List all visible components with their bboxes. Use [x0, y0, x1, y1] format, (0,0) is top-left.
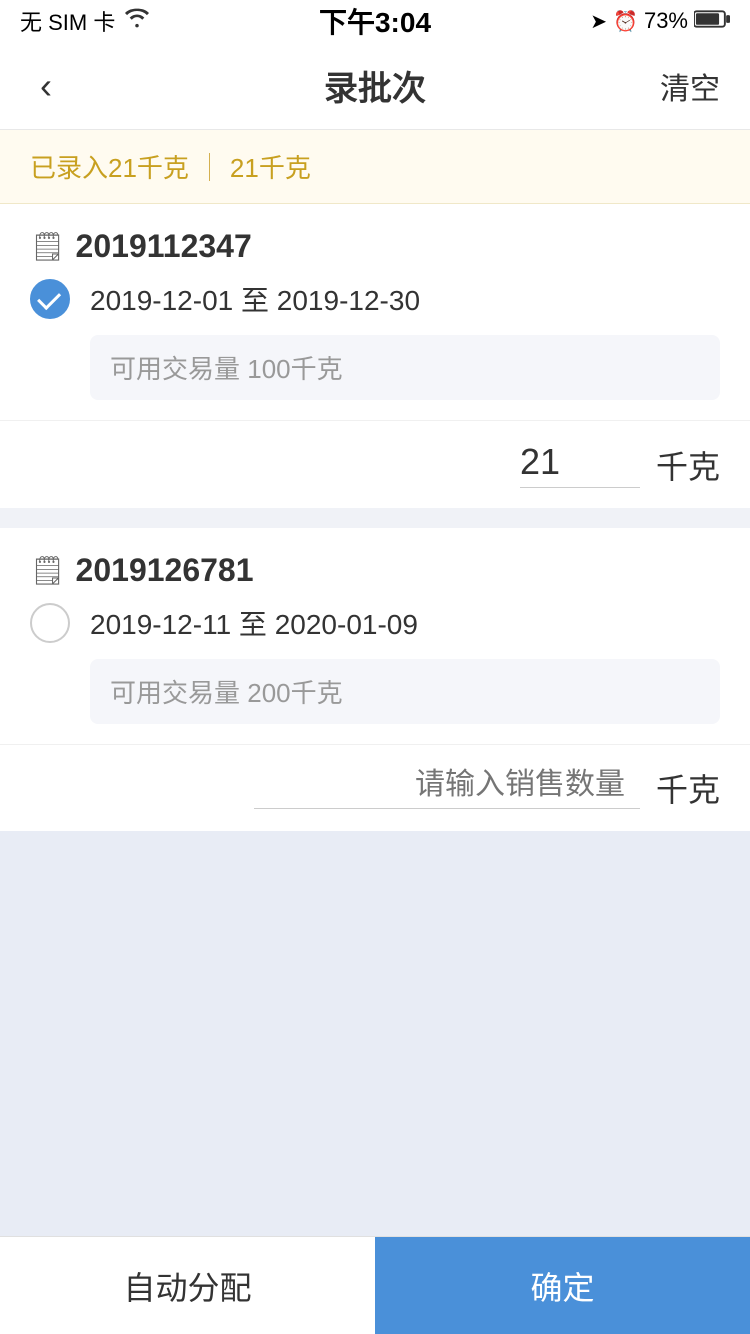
status-bar-right: ➤ ⏰ 73% [590, 8, 730, 34]
battery-icon [694, 8, 730, 34]
clear-button[interactable]: 清空 [660, 64, 720, 108]
bottom-bar: 自动分配 确定 [0, 1236, 750, 1334]
batch-1-date-row: 2019-12-01 至 2019-12-30 [30, 279, 720, 319]
batch-2-date: 2019-12-11 至 2020-01-09 [90, 603, 418, 643]
card-divider [0, 508, 750, 528]
batch-2-available-text: 可用交易量 200千克 [110, 678, 343, 708]
summary-bar: 已录入21千克 21千克 [0, 130, 750, 204]
back-button[interactable]: ‹ [30, 55, 62, 117]
batch-1-date: 2019-12-01 至 2019-12-30 [90, 279, 420, 319]
batch-1-quantity-row: 21 千克 [0, 420, 750, 508]
batch-1-available: 可用交易量 100千克 [90, 335, 720, 400]
batch-2-quantity-input[interactable] [254, 768, 640, 802]
page-title: 录批次 [324, 61, 426, 110]
carrier-text: 无 SIM 卡 [20, 5, 115, 37]
status-bar: 无 SIM 卡 下午3:04 ➤ ⏰ 73% [0, 0, 750, 42]
batch-1-radio[interactable] [30, 279, 70, 319]
batch-2-number: 2019126781 [76, 552, 254, 589]
batch-2-date-row: 2019-12-11 至 2020-01-09 [30, 603, 720, 643]
nav-bar: ‹ 录批次 清空 [0, 42, 750, 130]
content: 🗒 2019112347 2019-12-01 至 2019-12-30 可用交… [0, 204, 750, 1271]
batch-2-header: 🗒 2019126781 [30, 552, 720, 589]
auto-distribute-button[interactable]: 自动分配 [0, 1237, 375, 1334]
batch-2-unit: 千克 [656, 765, 720, 811]
status-bar-time: 下午3:04 [319, 1, 431, 41]
batch-1-quantity-value: 21 [520, 441, 560, 482]
batch-2-radio[interactable] [30, 603, 70, 643]
batch-1-icon: 🗒 [30, 230, 66, 263]
batch-1-unit: 千克 [656, 442, 720, 488]
batch-card-2: 🗒 2019126781 2019-12-11 至 2020-01-09 可用交… [0, 528, 750, 831]
summary-divider [209, 153, 210, 181]
wifi-icon [123, 8, 151, 34]
alarm-icon: ⏰ [613, 9, 638, 34]
batch-2-input-wrap [254, 768, 640, 809]
batch-1-available-text: 可用交易量 100千克 [110, 354, 343, 384]
empty-area [0, 831, 750, 1271]
summary-label: 已录入21千克 [30, 148, 189, 185]
status-bar-left: 无 SIM 卡 [20, 5, 151, 37]
batch-1-number: 2019112347 [76, 228, 252, 265]
location-icon: ➤ [590, 9, 607, 34]
summary-value: 21千克 [230, 148, 311, 185]
battery-text: 73% [644, 8, 688, 34]
batch-1-header: 🗒 2019112347 [30, 228, 720, 265]
batch-1-quantity-underline: 21 [520, 441, 640, 488]
batch-2-input-row: 千克 [0, 744, 750, 831]
confirm-button[interactable]: 确定 [375, 1237, 750, 1334]
batch-2-available: 可用交易量 200千克 [90, 659, 720, 724]
batch-card-1: 🗒 2019112347 2019-12-01 至 2019-12-30 可用交… [0, 204, 750, 508]
batch-2-icon: 🗒 [30, 554, 66, 587]
